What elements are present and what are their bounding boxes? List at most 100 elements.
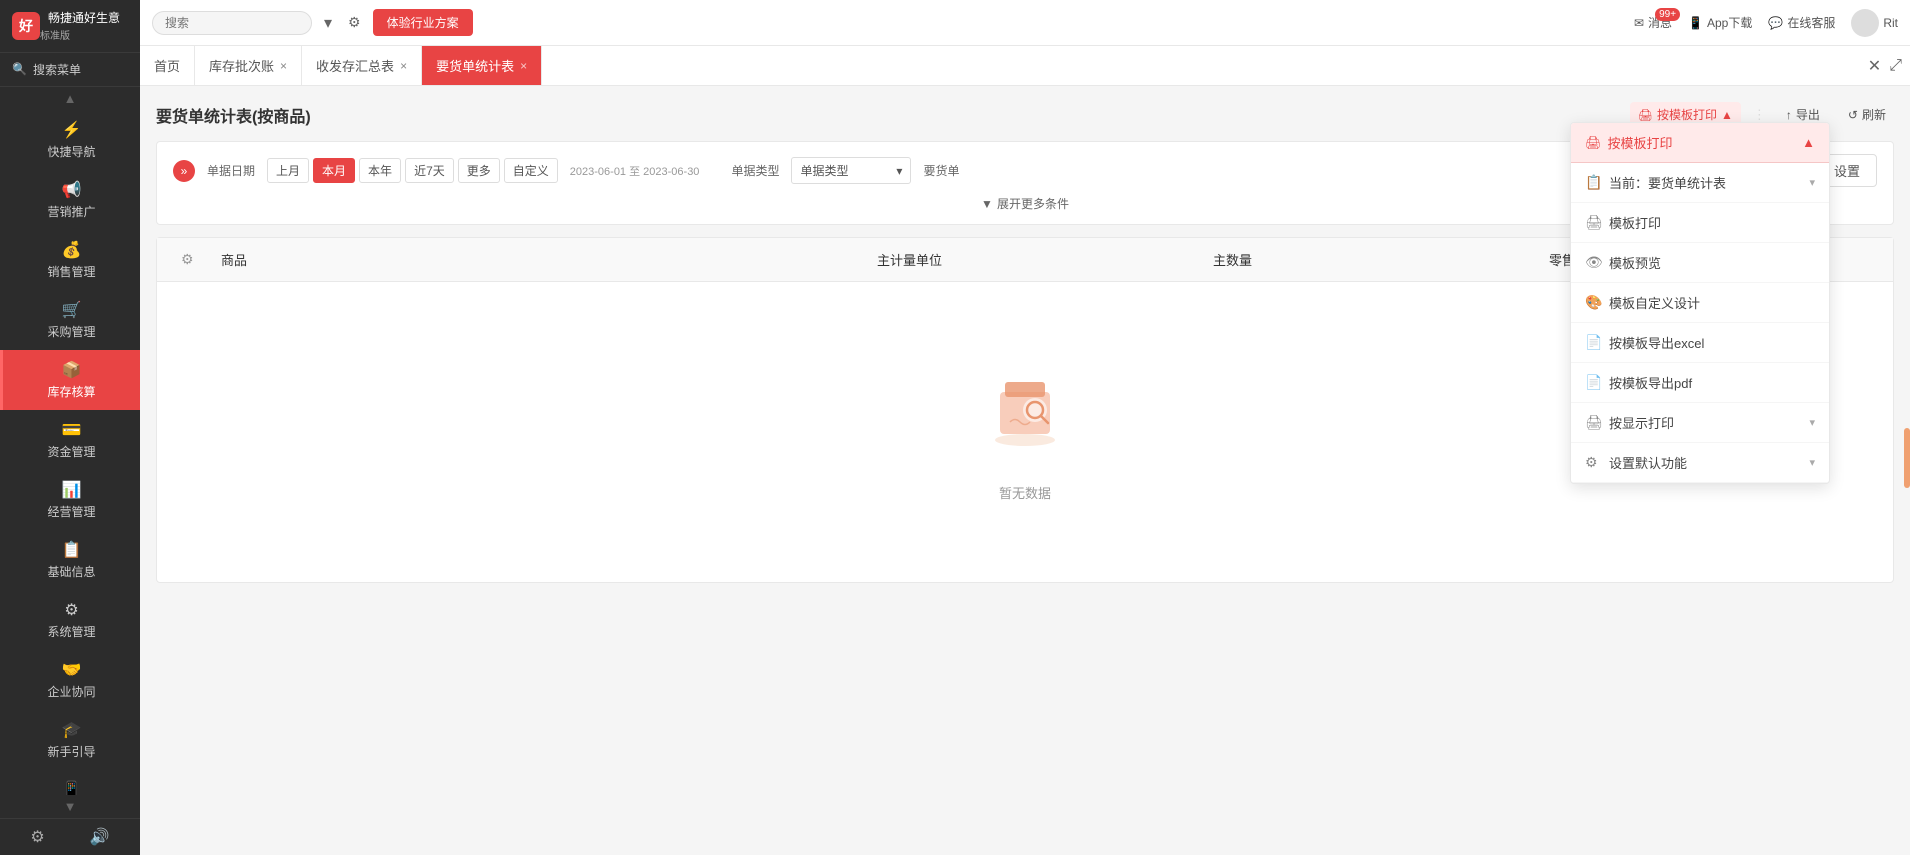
sidebar-search[interactable]: 🔍 搜索菜单 bbox=[0, 53, 140, 87]
sales-label: 销售管理 bbox=[47, 263, 95, 280]
tab-home[interactable]: 首页 bbox=[140, 46, 195, 85]
export-excel-label: 按模板导出excel bbox=[1609, 333, 1704, 352]
settings-bottom-icon[interactable]: ⚙ bbox=[30, 827, 44, 847]
date-btn-this-month[interactable]: 本月 bbox=[313, 158, 355, 183]
app-download-icon: 📱 bbox=[1688, 16, 1703, 30]
th-unit: 主计量单位 bbox=[869, 250, 1205, 269]
topbar-app-download[interactable]: 📱 App下载 bbox=[1688, 14, 1752, 31]
sidebar-scroll-down[interactable]: ▼ bbox=[0, 795, 140, 818]
sidebar-item-system[interactable]: ⚙ 系统管理 bbox=[0, 590, 140, 650]
sidebar-item-enterprise[interactable]: 🤝 企业协同 bbox=[0, 650, 140, 710]
template-design-icon: 🎨 bbox=[1585, 294, 1601, 311]
type-filter-select[interactable]: 单据类型 ▾ bbox=[791, 157, 911, 184]
dropdown-export-pdf[interactable]: 📄 按模板导出pdf bbox=[1571, 363, 1829, 403]
sidebar-item-finance[interactable]: 💳 资金管理 bbox=[0, 410, 140, 470]
online-service-icon: 💬 bbox=[1768, 16, 1783, 30]
sidebar-item-basics[interactable]: 📋 基础信息 bbox=[0, 530, 140, 590]
industry-button[interactable]: 体验行业方案 bbox=[373, 9, 473, 36]
sidebar-item-marketing[interactable]: 📢 营销推广 bbox=[0, 170, 140, 230]
system-icon: ⚙ bbox=[64, 600, 78, 620]
template-print-icon: 🖨 bbox=[1585, 214, 1601, 231]
topbar-search-input[interactable] bbox=[152, 11, 312, 35]
topbar-online-service[interactable]: 💬 在线客服 bbox=[1768, 14, 1835, 31]
dropdown-header[interactable]: 🖨 按模板打印 ▲ bbox=[1571, 123, 1829, 163]
sidebar-item-sales[interactable]: 💰 销售管理 bbox=[0, 230, 140, 290]
tabbar-expand-icon[interactable]: ⤢ bbox=[1889, 57, 1902, 75]
date-btn-last-month[interactable]: 上月 bbox=[267, 158, 309, 183]
export-pdf-label: 按模板导出pdf bbox=[1609, 373, 1692, 392]
date-btn-this-year[interactable]: 本年 bbox=[359, 158, 401, 183]
tab-receipt-summary[interactable]: 收发存汇总表 × bbox=[302, 46, 422, 85]
dropdown-default-func[interactable]: ⚙ 设置默认功能 ▾ bbox=[1571, 443, 1829, 483]
dropdown-current-template[interactable]: 📋 当前：要货单统计表 ▾ bbox=[1571, 163, 1829, 203]
marketing-label: 营销推广 bbox=[47, 203, 95, 220]
refresh-label: 刷新 bbox=[1862, 106, 1886, 123]
th-settings[interactable]: ⚙ bbox=[173, 251, 213, 268]
message-badge: 99+ bbox=[1655, 8, 1680, 21]
tab-receipt-summary-close[interactable]: × bbox=[400, 59, 407, 73]
page-content: 要货单统计表(按商品) 🖨 按模板打印 ▲ ⋮ ↑ 导出 ↺ 刷新 bbox=[140, 86, 1910, 855]
expand-label: 展开更多条件 bbox=[997, 195, 1069, 212]
filter-toggle-button[interactable]: » bbox=[173, 160, 195, 182]
quick-nav-label: 快捷导航 bbox=[47, 143, 95, 160]
export-pdf-icon: 📄 bbox=[1585, 374, 1601, 391]
tab-batch-account-close[interactable]: × bbox=[280, 59, 287, 73]
empty-text: 暂无数据 bbox=[999, 483, 1051, 502]
right-scrollbar[interactable] bbox=[1904, 428, 1910, 488]
logo-text-area: 畅捷通好生意 标准版 bbox=[40, 10, 120, 42]
tab-order-stats-close[interactable]: × bbox=[520, 59, 527, 73]
expand-icon: ▼ bbox=[981, 197, 993, 211]
default-func-arrow: ▾ bbox=[1809, 456, 1815, 469]
display-print-icon: 🖨 bbox=[1585, 414, 1601, 431]
dropdown-default-func-left: ⚙ 设置默认功能 bbox=[1585, 453, 1687, 472]
system-label: 系统管理 bbox=[47, 623, 95, 640]
template-print-label: 模板打印 bbox=[1609, 213, 1661, 232]
sidebar-item-purchase[interactable]: 🛒 采购管理 bbox=[0, 290, 140, 350]
topbar-dropdown-icon[interactable]: ▾ bbox=[320, 9, 336, 37]
tab-order-stats-label: 要货单统计表 bbox=[436, 56, 514, 75]
refresh-button[interactable]: ↺ 刷新 bbox=[1840, 102, 1894, 127]
operations-label: 经营管理 bbox=[47, 503, 95, 520]
tab-order-stats[interactable]: 要货单统计表 × bbox=[422, 46, 542, 85]
date-btn-more[interactable]: 更多 bbox=[458, 158, 500, 183]
sidebar-scroll-up[interactable]: ▲ bbox=[0, 87, 140, 110]
tab-batch-account[interactable]: 库存批次账 × bbox=[195, 46, 302, 85]
audio-bottom-icon[interactable]: 🔊 bbox=[90, 827, 110, 847]
date-filter-label: 单据日期 bbox=[207, 162, 255, 179]
template-preview-icon: 👁 bbox=[1585, 254, 1601, 271]
topbar-message[interactable]: ✉ 消息 99+ bbox=[1634, 14, 1672, 31]
type-select-arrow: ▾ bbox=[896, 164, 902, 178]
marketing-icon: 📢 bbox=[62, 180, 82, 200]
sidebar-item-newbie[interactable]: 🎓 新手引导 bbox=[0, 710, 140, 770]
th-unit-label: 主计量单位 bbox=[877, 253, 942, 268]
dropdown-collapse-arrow[interactable]: ▲ bbox=[1802, 135, 1815, 150]
sidebar-item-inventory[interactable]: 📦 库存核算 bbox=[0, 350, 140, 410]
req-filter-label: 要货单 bbox=[923, 162, 959, 179]
th-qty-label: 主数量 bbox=[1213, 253, 1252, 268]
export-label: 导出 bbox=[1796, 106, 1820, 123]
topbar-gear-icon[interactable]: ⚙ bbox=[344, 10, 365, 35]
dropdown-template-preview[interactable]: 👁 模板预览 bbox=[1571, 243, 1829, 283]
date-btn-custom[interactable]: 自定义 bbox=[504, 158, 558, 183]
topbar-user-avatar[interactable]: Rit bbox=[1851, 9, 1898, 37]
tabbar-close-icon[interactable]: ✕ bbox=[1868, 56, 1881, 76]
finance-icon: 💳 bbox=[62, 420, 82, 440]
app-subtitle: 标准版 bbox=[40, 27, 120, 42]
empty-illustration bbox=[980, 362, 1070, 471]
table-settings-icon[interactable]: ⚙ bbox=[181, 251, 194, 267]
search-label: 搜索菜单 bbox=[33, 61, 81, 78]
sidebar-item-operations[interactable]: 📊 经营管理 bbox=[0, 470, 140, 530]
dropdown-template-design[interactable]: 🎨 模板自定义设计 bbox=[1571, 283, 1829, 323]
dropdown-template-print[interactable]: 🖨 模板打印 bbox=[1571, 203, 1829, 243]
message-icon: ✉ bbox=[1634, 16, 1644, 30]
template-preview-label: 模板预览 bbox=[1609, 253, 1661, 272]
avatar bbox=[1851, 9, 1879, 37]
dropdown-display-print[interactable]: 🖨 按显示打印 ▾ bbox=[1571, 403, 1829, 443]
dropdown-export-excel[interactable]: 📄 按模板导出excel bbox=[1571, 323, 1829, 363]
sidebar-item-quick-nav[interactable]: ⚡ 快捷导航 bbox=[0, 110, 140, 170]
date-btn-7days[interactable]: 近7天 bbox=[405, 158, 454, 183]
sidebar-item-app-center[interactable]: 📱 应用中心 bbox=[0, 770, 140, 795]
quick-nav-icon: ⚡ bbox=[62, 120, 82, 140]
online-service-label: 在线客服 bbox=[1787, 14, 1835, 31]
template-design-label: 模板自定义设计 bbox=[1609, 293, 1700, 312]
